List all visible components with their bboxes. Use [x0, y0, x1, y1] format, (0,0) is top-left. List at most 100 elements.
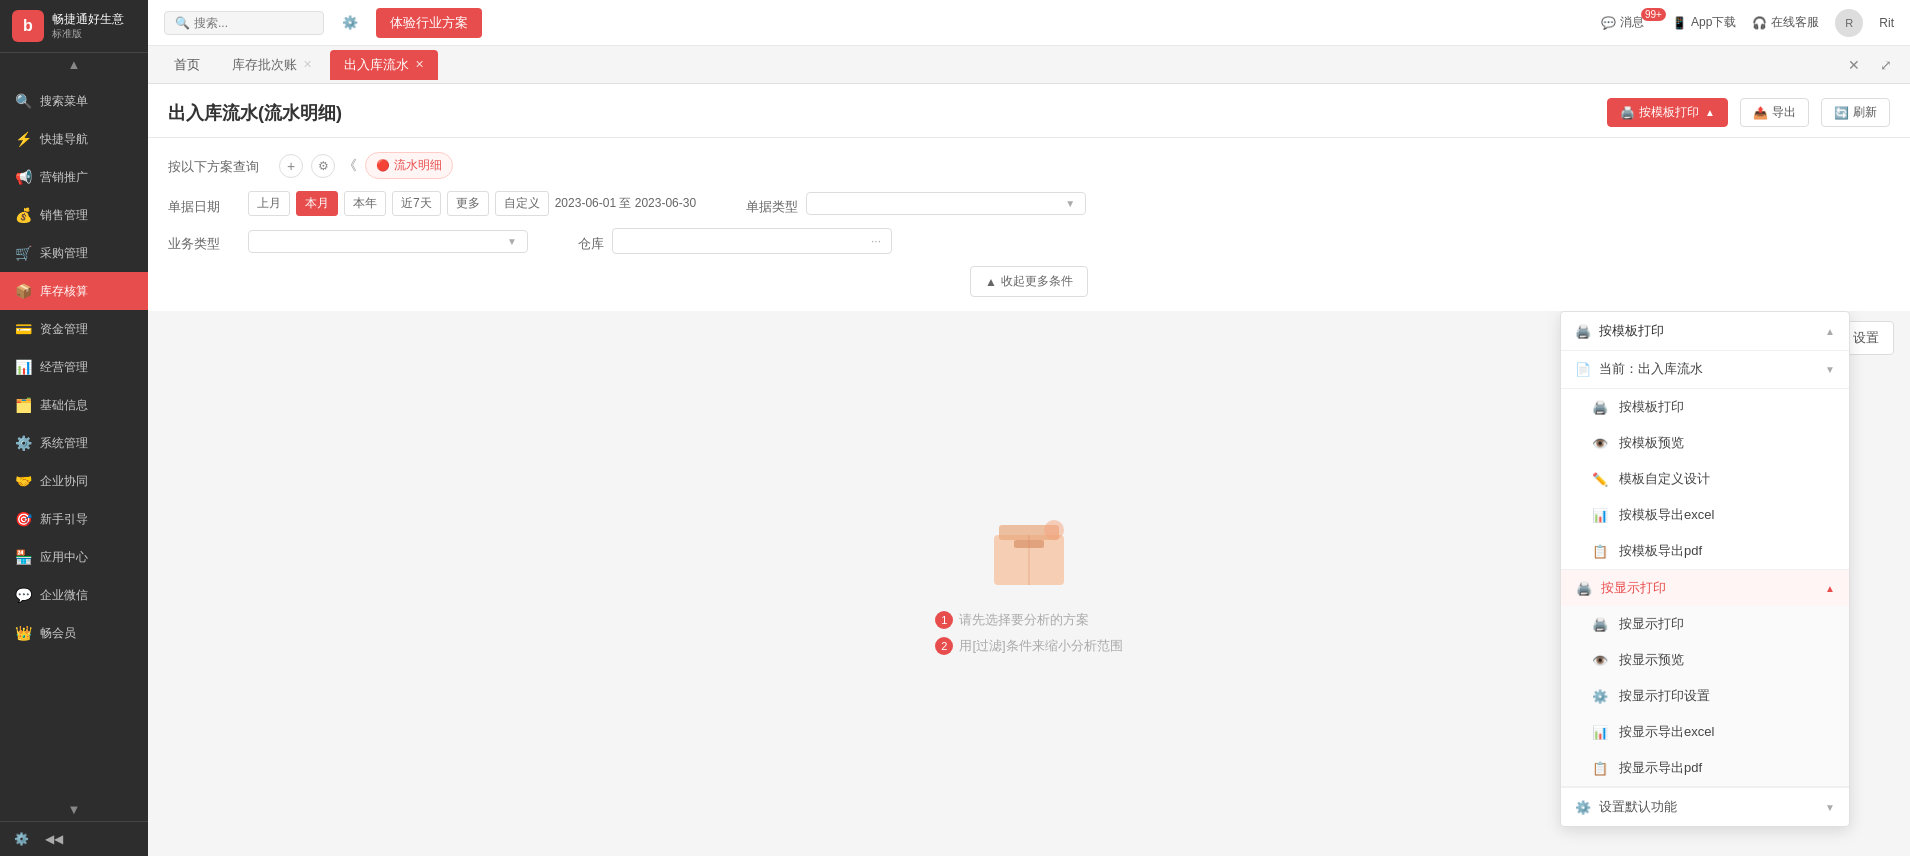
custom-date-btn[interactable]: 自定义 [495, 191, 549, 216]
empty-tip-1: 1 请先选择要分析的方案 [935, 611, 1122, 629]
display-print-section-header[interactable]: 🖨️ 按显示打印 ▲ [1561, 570, 1849, 606]
this-year-btn[interactable]: 本年 [344, 191, 386, 216]
display-print-item[interactable]: 🖨️ 按显示打印 [1561, 606, 1849, 642]
sidebar-item-search[interactable]: 🔍 搜索菜单 [0, 82, 148, 120]
filter-tag[interactable]: 🔴 流水明细 [365, 152, 453, 179]
last-month-btn[interactable]: 上月 [248, 191, 290, 216]
customer-service-btn[interactable]: 🎧 在线客服 [1752, 14, 1819, 31]
template-export-excel-item[interactable]: 📊 按模板导出excel [1561, 497, 1849, 533]
more-date-btn[interactable]: 更多 [447, 191, 489, 216]
bill-type-filter: 单据类型 ▼ [746, 192, 1086, 216]
filter-label: 按以下方案查询 [168, 158, 259, 176]
sidebar-item-operations[interactable]: 📊 经营管理 [0, 348, 148, 386]
guide-icon: 🎯 [14, 510, 32, 528]
page-content-wrapper: 出入库流水(流水明细) 🖨️ 按模板打印 ▲ 📤 导出 🔄 [148, 84, 1910, 856]
dropdown-print-icon: 🖨️ [1575, 324, 1591, 339]
sidebar-bottom: ⚙️ ◀◀ [0, 821, 148, 856]
collapse-conditions-btn[interactable]: ▲ 收起更多条件 [970, 266, 1088, 297]
display-print-settings-item[interactable]: ⚙️ 按显示打印设置 [1561, 678, 1849, 714]
empty-state: 1 请先选择要分析的方案 2 用[过滤]条件来缩小分析范围 [935, 505, 1122, 663]
last7-btn[interactable]: 近7天 [392, 191, 441, 216]
app-download-btn[interactable]: 📱 App下载 [1672, 14, 1736, 31]
tab-home[interactable]: 首页 [160, 50, 214, 80]
display-print-section-content: 🖨️ 按显示打印 👁️ 按显示预览 ⚙️ 按显示打印设置 [1561, 606, 1849, 786]
industry-solution-button[interactable]: 体验行业方案 [376, 8, 482, 38]
sidebar-item-inventory[interactable]: 📦 库存核算 [0, 272, 148, 310]
print-chevron-up-icon: ▲ [1705, 107, 1715, 118]
template-export-pdf-item[interactable]: 📋 按模板导出pdf [1561, 533, 1849, 569]
user-avatar[interactable]: R [1835, 9, 1863, 37]
sidebar-item-wechat[interactable]: 💬 企业微信 [0, 576, 148, 614]
sidebar-item-quick-nav[interactable]: ⚡ 快捷导航 [0, 120, 148, 158]
message-btn[interactable]: 💬 消息 99+ [1601, 14, 1656, 31]
sidebar-item-system[interactable]: ⚙️ 系统管理 [0, 424, 148, 462]
sidebar-item-apps[interactable]: 🏪 应用中心 [0, 538, 148, 576]
template-preview-item[interactable]: 👁️ 按模板预览 [1561, 425, 1849, 461]
sidebar-scroll-down[interactable]: ▼ [0, 798, 148, 821]
topbar-search-icon: 🔍 [175, 16, 190, 30]
sidebar-item-coop[interactable]: 🤝 企业协同 [0, 462, 148, 500]
chevron-up-icon: ▲ [985, 275, 997, 289]
sidebar-scroll-up[interactable]: ▲ [0, 53, 148, 76]
filter-toggle-btn[interactable]: 《 [343, 157, 357, 175]
template-print-section: 🖨️ 按模板打印 👁️ 按模板预览 ✏️ 模板自定义设计 📊 [1561, 389, 1849, 570]
tip-num-1: 1 [935, 611, 953, 629]
topbar-search-box[interactable]: 🔍 [164, 11, 324, 35]
tip-num-2: 2 [935, 637, 953, 655]
export-icon: 📤 [1753, 106, 1768, 120]
template-customize-item[interactable]: ✏️ 模板自定义设计 [1561, 461, 1849, 497]
warehouse-more-icon: ··· [871, 234, 881, 248]
sidebar-item-basic[interactable]: 🗂️ 基础信息 [0, 386, 148, 424]
page-actions: 🖨️ 按模板打印 ▲ 📤 导出 🔄 刷新 [1607, 98, 1890, 127]
export-button[interactable]: 📤 导出 [1740, 98, 1809, 127]
svg-point-3 [1044, 520, 1064, 540]
display-preview-item[interactable]: 👁️ 按显示预览 [1561, 642, 1849, 678]
dropdown-header: 🖨️ 按模板打印 ▲ [1561, 312, 1849, 351]
warehouse-select[interactable]: ··· [612, 228, 892, 254]
tab-batch[interactable]: 库存批次账 ✕ [218, 50, 326, 80]
dropdown-footer[interactable]: ⚙️ 设置默认功能 ▼ [1561, 787, 1849, 826]
business-type-select[interactable]: ▼ [248, 230, 528, 253]
sidebar-item-guide[interactable]: 🎯 新手引导 [0, 500, 148, 538]
dropdown-collapse-icon[interactable]: ▲ [1825, 326, 1835, 337]
topbar-settings-btn[interactable]: ⚙️ [336, 9, 364, 37]
filter-add-button[interactable]: + [279, 154, 303, 178]
window-close-btn[interactable]: ✕ [1842, 53, 1866, 77]
dropdown-current-arrow: ▼ [1825, 364, 1835, 375]
sidebar-logo: b 畅捷通好生意 标准版 [0, 0, 148, 53]
display-export-pdf-item[interactable]: 📋 按显示导出pdf [1561, 750, 1849, 786]
page-title: 出入库流水(流水明细) [168, 101, 342, 125]
tab-flow-close[interactable]: ✕ [415, 58, 424, 71]
apps-icon: 🏪 [14, 548, 32, 566]
operations-icon: 📊 [14, 358, 32, 376]
search-input[interactable] [194, 16, 313, 30]
business-type-label: 业务类型 [168, 235, 220, 253]
print-template-button[interactable]: 🖨️ 按模板打印 ▲ [1607, 98, 1728, 127]
template-print-icon: 🖨️ [1591, 398, 1609, 416]
tab-flow[interactable]: 出入库流水 ✕ [330, 50, 438, 80]
sidebar-item-finance[interactable]: 💳 资金管理 [0, 310, 148, 348]
sidebar-item-member[interactable]: 👑 畅会员 [0, 614, 148, 652]
filter-settings-btn[interactable]: ⚙ [311, 154, 335, 178]
collapse-icon: ◀◀ [45, 832, 63, 846]
display-export-excel-item[interactable]: 📊 按显示导出excel [1561, 714, 1849, 750]
empty-icon [979, 505, 1079, 595]
purchase-icon: 🛒 [14, 244, 32, 262]
sidebar-settings-btn[interactable]: ⚙️ [14, 832, 29, 846]
bill-type-select[interactable]: ▼ [806, 192, 1086, 215]
sidebar-item-sales[interactable]: 💰 销售管理 [0, 196, 148, 234]
sidebar-collapse-btn[interactable]: ◀◀ [45, 832, 63, 846]
template-print-item[interactable]: 🖨️ 按模板打印 [1561, 389, 1849, 425]
topbar: 🔍 ⚙️ 体验行业方案 💬 消息 99+ 📱 App下载 🎧 在线客服 [148, 0, 1910, 46]
dropdown-current-item[interactable]: 📄 当前：出入库流水 ▼ [1561, 351, 1849, 389]
search-nav-icon: 🔍 [14, 92, 32, 110]
refresh-button[interactable]: 🔄 刷新 [1821, 98, 1890, 127]
dropdown-current-label: 当前：出入库流水 [1599, 360, 1703, 378]
tab-batch-close[interactable]: ✕ [303, 58, 312, 71]
sidebar-item-purchase[interactable]: 🛒 采购管理 [0, 234, 148, 272]
window-maximize-btn[interactable]: ⤢ [1874, 53, 1898, 77]
print-icon: 🖨️ [1620, 106, 1635, 120]
sidebar-item-marketing[interactable]: 📢 营销推广 [0, 158, 148, 196]
print-dropdown-panel: 🖨️ 按模板打印 ▲ 📄 当前：出入库流水 ▼ 🖨️ [1560, 311, 1850, 827]
this-month-btn[interactable]: 本月 [296, 191, 338, 216]
